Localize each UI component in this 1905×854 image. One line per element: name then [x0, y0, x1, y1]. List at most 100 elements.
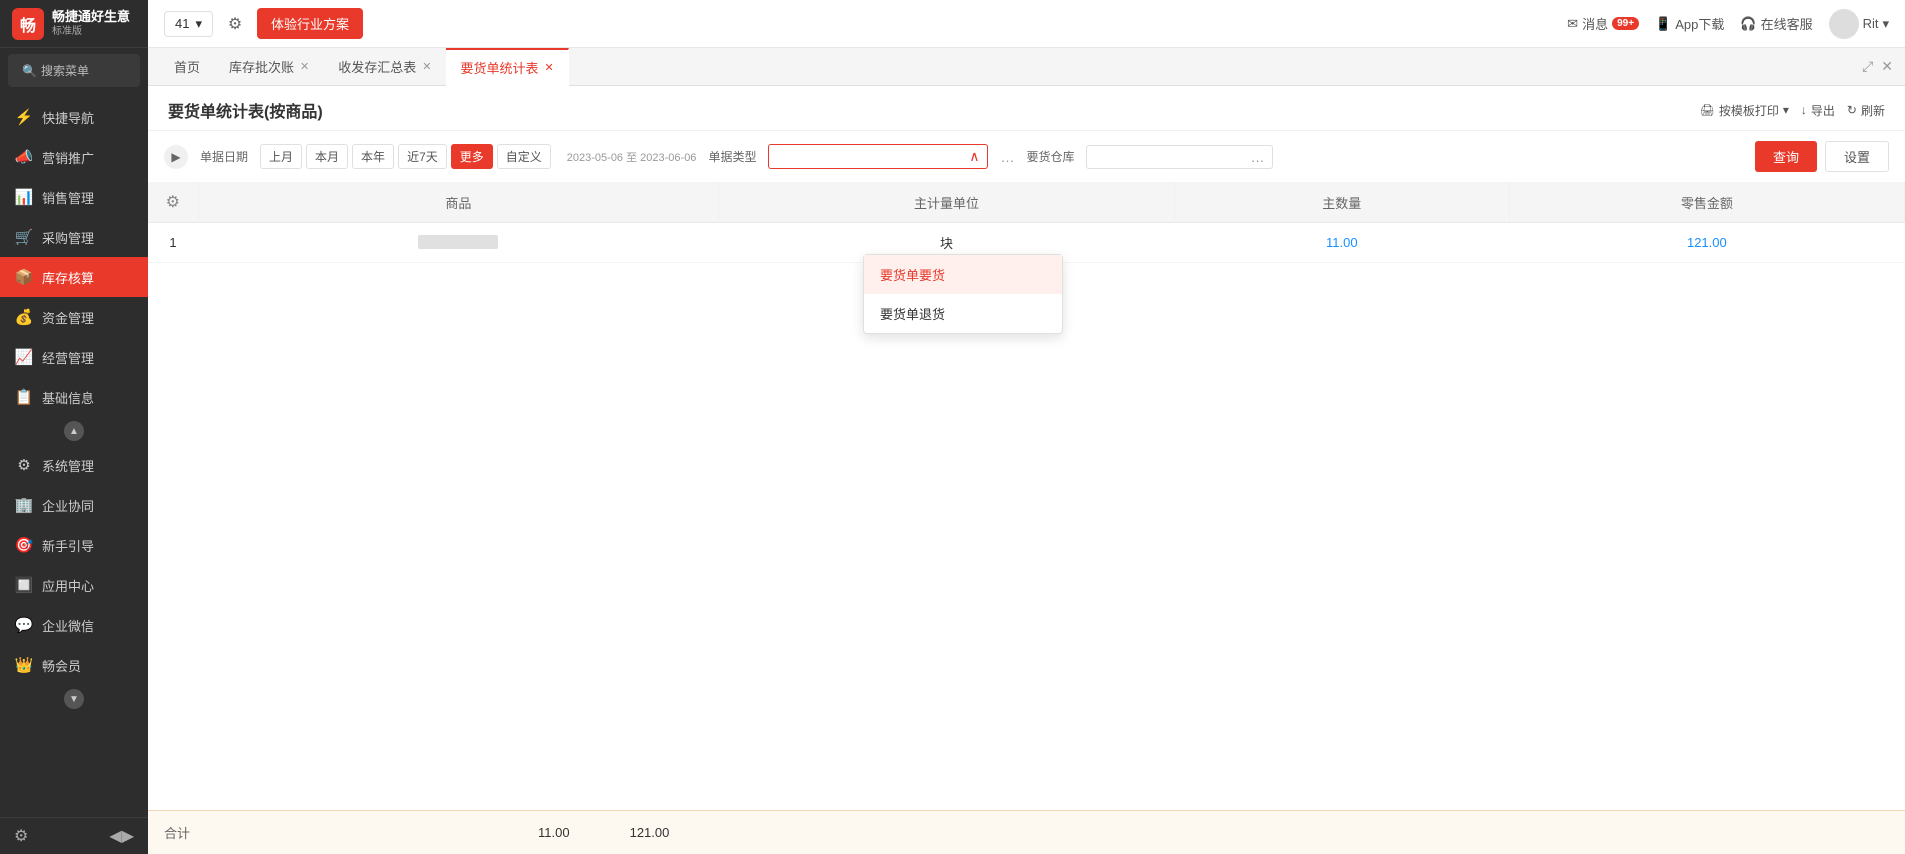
- sidebar-item-vip[interactable]: 👑 畅会员: [0, 645, 148, 685]
- type-chevron-icon[interactable]: ∧: [969, 148, 979, 165]
- sales-icon: 📊: [14, 187, 34, 207]
- sidebar-item-apps[interactable]: 🔲 应用中心: [0, 565, 148, 605]
- date-btn-this-year[interactable]: 本年: [352, 144, 394, 169]
- online-service-btn[interactable]: 🎧 在线客服: [1740, 14, 1812, 33]
- tab-expand-area: ⤢ ✕: [1862, 58, 1893, 75]
- sidebar-item-marketing[interactable]: 📣 营销推广: [0, 137, 148, 177]
- scroll-up-btn[interactable]: ▲: [64, 421, 84, 441]
- row-qty[interactable]: 11.00: [1174, 223, 1509, 263]
- type-dropdown: 要货单要货 要货单退货: [863, 254, 1063, 334]
- filter-expand-btn[interactable]: ▶: [164, 145, 188, 169]
- topbar-left: 41 ▾ ⚙ 体验行业方案: [164, 8, 363, 39]
- date-btn-custom[interactable]: 自定义: [497, 144, 551, 169]
- marketing-icon: 📣: [14, 147, 34, 167]
- sidebar: 畅 畅捷通好生意 标准版 🔍 搜索菜单 ⚡ 快捷导航 📣 营销推广 📊 销售管理…: [0, 0, 148, 854]
- search-menu[interactable]: 🔍 搜索菜单: [8, 54, 140, 87]
- summary-row: 合计 11.00 121.00: [148, 810, 1905, 854]
- sidebar-item-inventory[interactable]: 📦 库存核算: [0, 257, 148, 297]
- page-title: 要货单统计表(按商品): [168, 98, 323, 122]
- sidebar-nav: ⚡ 快捷导航 📣 营销推广 📊 销售管理 🛒 采购管理 📦 库存核算 💰 资金管…: [0, 93, 148, 817]
- trial-btn[interactable]: 体验行业方案: [257, 8, 363, 39]
- store-selector[interactable]: 41 ▾: [164, 11, 213, 37]
- scroll-down-btn[interactable]: ▼: [64, 689, 84, 709]
- warehouse-more-icon[interactable]: …: [1250, 149, 1264, 165]
- store-count: 41: [175, 16, 189, 31]
- date-btn-last-month[interactable]: 上月: [260, 144, 302, 169]
- sidebar-item-guide[interactable]: 🎯 新手引导: [0, 525, 148, 565]
- date-range-text: 2023-05-06 至 2023-06-06: [567, 149, 697, 165]
- topbar: 41 ▾ ⚙ 体验行业方案 ✉ 消息 99+ 📱 App下载 🎧 在线客服 R: [148, 0, 1905, 48]
- print-template-btn[interactable]: 🖨 按模板打印 ▾: [1700, 102, 1789, 119]
- page-header: 要货单统计表(按商品) 🖨 按模板打印 ▾ ↓ 导出 ↻ 刷新: [148, 86, 1905, 131]
- sidebar-item-finance[interactable]: 💰 资金管理: [0, 297, 148, 337]
- warehouse-input[interactable]: [1095, 150, 1250, 164]
- print-icon: 🖨: [1700, 103, 1715, 117]
- main-area: 41 ▾ ⚙ 体验行业方案 ✉ 消息 99+ 📱 App下载 🎧 在线客服 R: [148, 0, 1905, 854]
- action-buttons: 查询 设置: [1755, 141, 1889, 172]
- inventory-icon: 📦: [14, 267, 34, 287]
- sidebar-item-operation[interactable]: 📈 经营管理: [0, 337, 148, 377]
- purchase-icon: 🛒: [14, 227, 34, 247]
- filter-bar: ▶ 单据日期 上月 本月 本年 近7天 更多 自定义 2023-05-06 至 …: [148, 131, 1905, 182]
- col-product: 商品: [198, 182, 719, 223]
- page-actions: 🖨 按模板打印 ▾ ↓ 导出 ↻ 刷新: [1700, 102, 1885, 119]
- apps-icon: 🔲: [14, 575, 34, 595]
- sidebar-item-wechat[interactable]: 💬 企业微信: [0, 605, 148, 645]
- row-amount[interactable]: 121.00: [1509, 223, 1904, 263]
- column-settings-icon[interactable]: ⚙: [164, 192, 182, 212]
- summary-amount: 121.00: [630, 825, 670, 840]
- tab-close-recv-summary[interactable]: ✕: [422, 60, 431, 73]
- sidebar-item-enterprise[interactable]: 🏢 企业协同: [0, 485, 148, 525]
- tab-order-summary[interactable]: 要货单统计表 ✕: [446, 48, 568, 86]
- warehouse-select-wrap[interactable]: …: [1086, 145, 1273, 169]
- tab-close-inventory-batch[interactable]: ✕: [300, 60, 309, 73]
- app-download-icon: 📱: [1655, 16, 1671, 32]
- app-download-btn[interactable]: 📱 App下载: [1655, 14, 1724, 33]
- tab-inventory-batch[interactable]: 库存批次账 ✕: [215, 48, 324, 86]
- summary-qty: 11.00: [538, 825, 570, 840]
- sidebar-item-system[interactable]: ⚙ 系统管理: [0, 445, 148, 485]
- sidebar-item-purchase[interactable]: 🛒 采购管理: [0, 217, 148, 257]
- tab-recv-summary[interactable]: 收发存汇总表 ✕: [324, 48, 446, 86]
- sidebar-bottom: ⚙ ◀▶: [0, 817, 148, 854]
- date-btn-7days[interactable]: 近7天: [398, 144, 447, 169]
- message-btn[interactable]: ✉ 消息 99+: [1567, 14, 1639, 33]
- collapse-icon[interactable]: ◀▶: [109, 826, 134, 846]
- dropdown-item-return[interactable]: 要货单退货: [864, 294, 1062, 333]
- search-icon: 🔍: [22, 64, 37, 78]
- date-label: 单据日期: [200, 148, 248, 165]
- settings-btn[interactable]: 设置: [1825, 141, 1889, 172]
- type-filter-input-wrap[interactable]: ∧: [768, 144, 988, 169]
- query-btn[interactable]: 查询: [1755, 141, 1817, 172]
- settings-icon[interactable]: ⚙: [14, 826, 28, 846]
- col-settings[interactable]: ⚙: [148, 182, 198, 223]
- message-badge: 99+: [1612, 17, 1639, 30]
- date-btn-this-month[interactable]: 本月: [306, 144, 348, 169]
- sidebar-item-basic[interactable]: 📋 基础信息: [0, 377, 148, 417]
- headset-icon: 🎧: [1740, 16, 1756, 32]
- tab-maximize-btn[interactable]: ⤢: [1862, 58, 1873, 75]
- message-icon: ✉: [1567, 16, 1578, 32]
- guide-icon: 🎯: [14, 535, 34, 555]
- date-btn-more[interactable]: 更多: [451, 144, 493, 169]
- table-wrap: ⚙ 商品 主计量单位 主数量 零售金额 1: [148, 182, 1905, 263]
- sidebar-logo: 畅 畅捷通好生意 标准版: [0, 0, 148, 48]
- dropdown-item-requisition[interactable]: 要货单要货: [864, 255, 1062, 294]
- topbar-gear-btn[interactable]: ⚙: [221, 10, 249, 38]
- summary-data: 11.00 121.00: [198, 825, 669, 840]
- tabs-bar: 首页 库存批次账 ✕ 收发存汇总表 ✕ 要货单统计表 ✕ ⤢ ✕: [148, 48, 1905, 86]
- tab-close-all-btn[interactable]: ✕: [1881, 58, 1893, 75]
- row-no: 1: [148, 223, 198, 263]
- user-menu[interactable]: Rit ▾: [1829, 9, 1889, 39]
- sidebar-item-sales[interactable]: 📊 销售管理: [0, 177, 148, 217]
- refresh-btn[interactable]: ↻ 刷新: [1847, 102, 1885, 119]
- quick-nav-icon: ⚡: [14, 107, 34, 127]
- user-dropdown-arrow: ▾: [1882, 16, 1889, 32]
- filter-more-icon[interactable]: …: [1000, 149, 1014, 165]
- type-filter-input[interactable]: [777, 150, 965, 164]
- tab-close-order-summary[interactable]: ✕: [545, 61, 554, 74]
- sidebar-item-quick-nav[interactable]: ⚡ 快捷导航: [0, 97, 148, 137]
- tab-home[interactable]: 首页: [160, 48, 215, 86]
- export-btn[interactable]: ↓ 导出: [1801, 102, 1835, 119]
- basic-icon: 📋: [14, 387, 34, 407]
